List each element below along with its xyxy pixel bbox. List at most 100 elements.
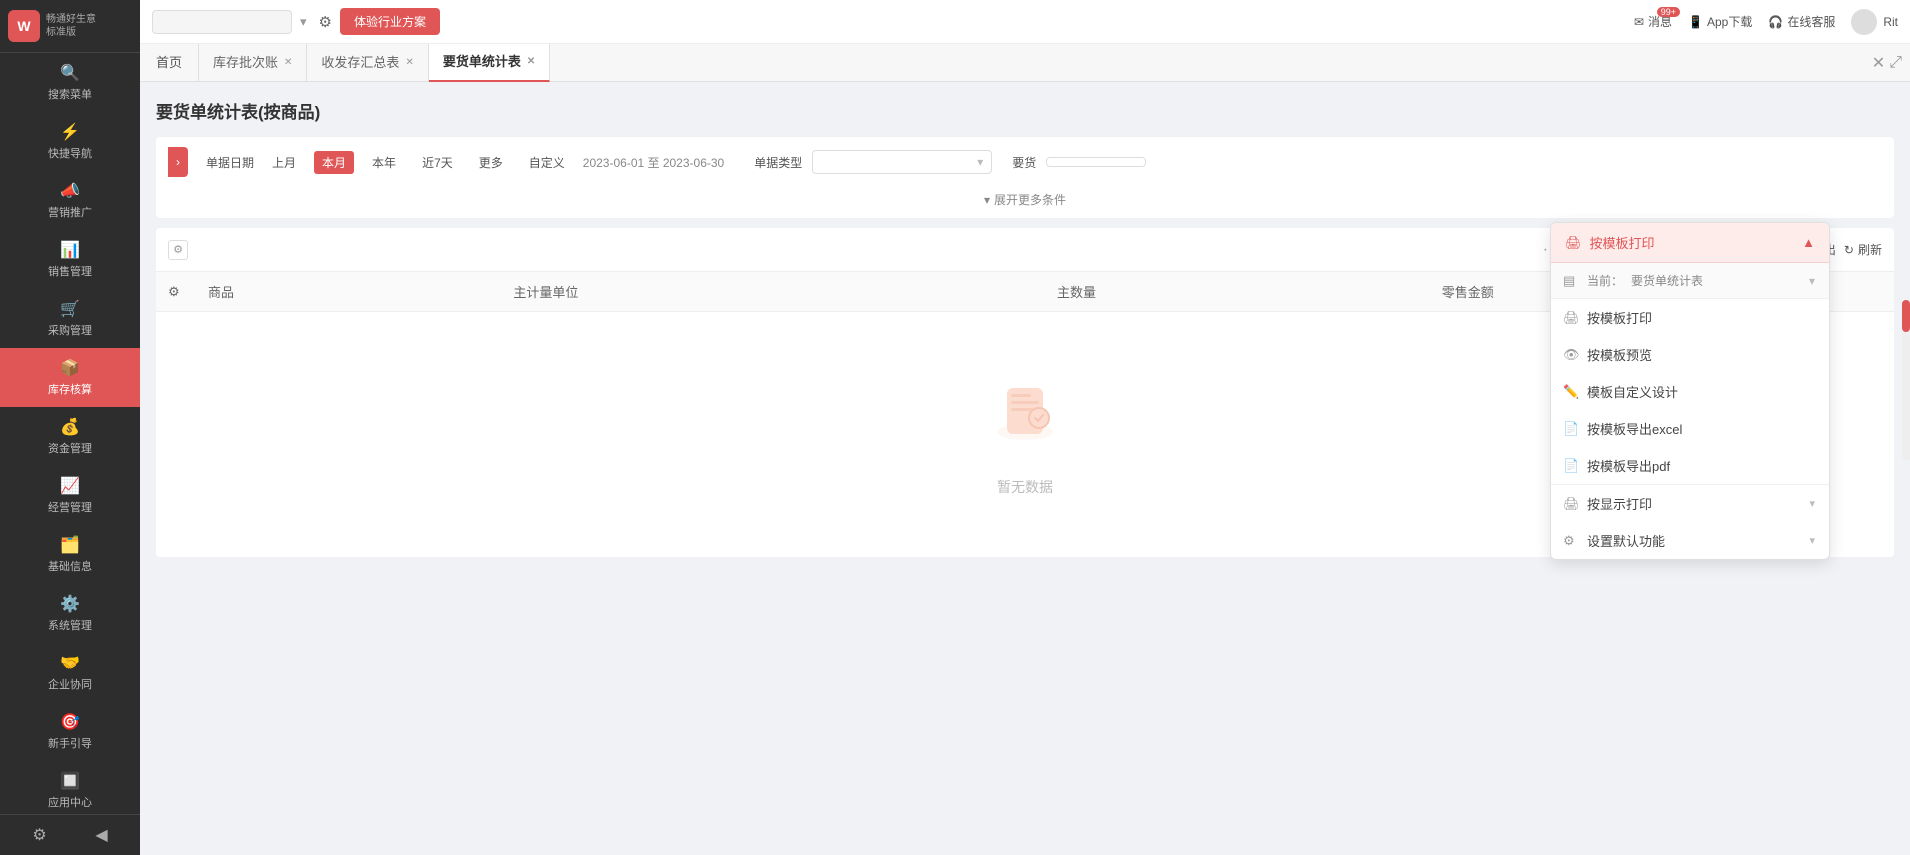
user-menu[interactable]: Rit bbox=[1851, 9, 1898, 35]
current-label: 当前： bbox=[1587, 272, 1623, 289]
sidebar-item-label: 库存核算 bbox=[48, 381, 92, 397]
dropdown-item-template-excel[interactable]: 📄 按模板导出excel bbox=[1551, 410, 1829, 447]
sidebar-item-inventory[interactable]: 📦 库存核算 bbox=[0, 348, 140, 407]
dropdown-chevron-icon[interactable]: ▲ bbox=[1802, 235, 1815, 250]
col-unit: 主计量单位 bbox=[501, 272, 1045, 312]
dropdown-item-label: 按模板导出excel bbox=[1587, 419, 1682, 438]
col-settings-button[interactable]: ⚙ bbox=[168, 240, 188, 260]
dropdown-print-icon: 🖨 bbox=[1565, 235, 1582, 251]
dropdown-current-item[interactable]: ▤ 当前： 要货单统计表 ▾ bbox=[1551, 263, 1829, 298]
tab-batch-label: 库存批次账 bbox=[213, 44, 278, 82]
date-btn-custom[interactable]: 自定义 bbox=[521, 151, 573, 174]
filter-toggle-button[interactable]: › bbox=[168, 147, 188, 177]
date-btn-7days[interactable]: 近7天 bbox=[414, 151, 461, 174]
sidebar-item-label: 销售管理 bbox=[48, 263, 92, 279]
scrollbar-thumb[interactable] bbox=[1902, 300, 1910, 332]
tab-maximize-button[interactable]: ⤢ bbox=[1889, 54, 1902, 72]
sidebar-item-label: 系统管理 bbox=[48, 617, 92, 633]
tab-home[interactable]: 首页 bbox=[140, 44, 199, 82]
dropdown-item-template-pdf[interactable]: 📄 按模板导出pdf bbox=[1551, 447, 1829, 484]
sidebar-item-search[interactable]: 🔍 搜索菜单 bbox=[0, 53, 140, 112]
expand-more-button[interactable]: ▾ 展开更多条件 bbox=[168, 185, 1882, 208]
app-download-button[interactable]: 📱 App下载 bbox=[1688, 13, 1752, 30]
tab-order-stats-close[interactable]: ✕ bbox=[527, 43, 535, 81]
tab-close-all-button[interactable]: ✕ bbox=[1872, 53, 1885, 73]
tabs-bar: 首页 库存批次账 ✕ 收发存汇总表 ✕ 要货单统计表 ✕ ✕ ⤢ bbox=[140, 44, 1910, 82]
apps-icon: 🔲 bbox=[60, 771, 80, 791]
collapse-sidebar-button[interactable]: ◀ bbox=[95, 825, 107, 845]
sidebar-item-label: 营销推广 bbox=[48, 204, 92, 220]
template-pdf-icon: 📄 bbox=[1563, 458, 1579, 474]
finance-icon: 💰 bbox=[60, 417, 80, 437]
app-download-label: App下载 bbox=[1707, 13, 1752, 30]
current-template-icon: ▤ bbox=[1563, 273, 1575, 289]
dropdown-item-template-preview[interactable]: 👁 按模板预览 bbox=[1551, 336, 1829, 373]
expand-icon: ▾ bbox=[984, 193, 990, 207]
settings-footer-button[interactable]: ⚙ bbox=[32, 825, 46, 845]
sidebar-item-operation[interactable]: 📈 经营管理 bbox=[0, 466, 140, 525]
dropdown-sub-set-default[interactable]: ⚙ 设置默认功能 ▾ bbox=[1551, 522, 1829, 559]
template-print-dropdown: 🖨 按模板打印 ▲ ▤ 当前： 要货单统计表 ▾ 🖨 按模板打印 👁 按模板预览 bbox=[1550, 222, 1830, 560]
topbar-chevron-icon[interactable]: ▾ bbox=[300, 14, 307, 30]
template-custom-icon: ✏️ bbox=[1563, 384, 1579, 400]
tab-order-stats[interactable]: 要货单统计表 ✕ bbox=[429, 44, 550, 82]
sidebar-item-finance[interactable]: 💰 资金管理 bbox=[0, 407, 140, 466]
refresh-button[interactable]: ↻ 刷新 bbox=[1844, 241, 1882, 258]
content-area: 要货单统计表(按商品) › 单据日期 上月 本月 本年 近7天 更多 自定义 2… bbox=[140, 82, 1910, 855]
sidebar-item-apps[interactable]: 🔲 应用中心 bbox=[0, 761, 140, 814]
dropdown-item-template-custom[interactable]: ✏️ 模板自定义设计 bbox=[1551, 373, 1829, 410]
sidebar: W 畅通好生意 标准版 🔍 搜索菜单 ⚡ 快捷导航 📣 营销推广 📊 销售管理 … bbox=[0, 0, 140, 855]
logo-text: 畅通好生意 标准版 bbox=[46, 13, 96, 39]
tab-summary[interactable]: 收发存汇总表 ✕ bbox=[307, 44, 428, 82]
sidebar-item-purchase[interactable]: 🛒 采购管理 bbox=[0, 289, 140, 348]
topbar-gear-icon[interactable]: ⚙ bbox=[319, 13, 332, 31]
sidebar-item-label: 企业协同 bbox=[48, 676, 92, 692]
tab-batch-close[interactable]: ✕ bbox=[284, 44, 292, 82]
dropdown-sub-display-print[interactable]: 🖨 按显示打印 ▾ bbox=[1551, 485, 1829, 522]
date-btn-this-month[interactable]: 本月 bbox=[314, 151, 354, 174]
dropdown-item-label: 按模板导出pdf bbox=[1587, 456, 1670, 475]
empty-text: 暂无数据 bbox=[997, 477, 1053, 497]
sidebar-item-marketing[interactable]: 📣 营销推广 bbox=[0, 171, 140, 230]
set-default-arrow-icon: ▾ bbox=[1809, 534, 1815, 547]
sidebar-item-label: 应用中心 bbox=[48, 794, 92, 810]
tab-summary-close[interactable]: ✕ bbox=[405, 44, 413, 82]
date-btn-more[interactable]: 更多 bbox=[471, 151, 511, 174]
date-btn-this-year[interactable]: 本年 bbox=[364, 151, 404, 174]
tab-batch[interactable]: 库存批次账 ✕ bbox=[199, 44, 307, 82]
logo-name: 畅通好生意 bbox=[46, 13, 96, 26]
dropdown-item-template-print[interactable]: 🖨 按模板打印 bbox=[1551, 299, 1829, 336]
messages-badge: 99+ bbox=[1657, 7, 1680, 17]
operation-icon: 📈 bbox=[60, 476, 80, 496]
logo-sub: 标准版 bbox=[46, 26, 96, 39]
dropdown-item-label: 按模板打印 bbox=[1587, 308, 1652, 327]
doc-type-select[interactable]: ▾ bbox=[812, 150, 992, 174]
messages-button[interactable]: ✉ 消息 99+ bbox=[1634, 13, 1672, 30]
display-print-arrow-icon: ▾ bbox=[1809, 497, 1815, 510]
sidebar-item-newbie[interactable]: 🎯 新手引导 bbox=[0, 702, 140, 761]
sidebar-item-collab[interactable]: 🤝 企业协同 bbox=[0, 643, 140, 702]
service-icon: 🎧 bbox=[1768, 15, 1783, 29]
sidebar-item-sales[interactable]: 📊 销售管理 bbox=[0, 230, 140, 289]
col-product: 商品 bbox=[196, 272, 501, 312]
date-label: 单据日期 bbox=[206, 154, 254, 171]
shortcut-icon: ⚡ bbox=[60, 122, 80, 142]
tab-home-label: 首页 bbox=[156, 44, 182, 82]
sidebar-item-shortcut[interactable]: ⚡ 快捷导航 bbox=[0, 112, 140, 171]
expand-row: ▾ 展开更多条件 bbox=[168, 185, 1882, 208]
yaohuodan-input[interactable] bbox=[1046, 157, 1146, 167]
dropdown-sub-label: 设置默认功能 bbox=[1587, 531, 1665, 550]
refresh-icon: ↻ bbox=[1844, 243, 1854, 257]
sidebar-footer: ⚙ ◀ bbox=[0, 814, 140, 855]
online-service-button[interactable]: 🎧 在线客服 bbox=[1768, 13, 1835, 30]
newbie-icon: 🎯 bbox=[60, 712, 80, 732]
topbar-cta-button[interactable]: 体验行业方案 bbox=[340, 8, 440, 35]
set-default-icon: ⚙ bbox=[1563, 533, 1575, 549]
dropdown-title: 按模板打印 bbox=[1590, 233, 1655, 252]
dropdown-header-left: 🖨 按模板打印 bbox=[1565, 233, 1655, 252]
date-btn-last-month[interactable]: 上月 bbox=[264, 151, 304, 174]
expand-label: 展开更多条件 bbox=[994, 191, 1066, 208]
sidebar-item-basic[interactable]: 🗂️ 基础信息 bbox=[0, 525, 140, 584]
topbar-search-input[interactable] bbox=[152, 10, 292, 34]
sidebar-item-system[interactable]: ⚙️ 系统管理 bbox=[0, 584, 140, 643]
